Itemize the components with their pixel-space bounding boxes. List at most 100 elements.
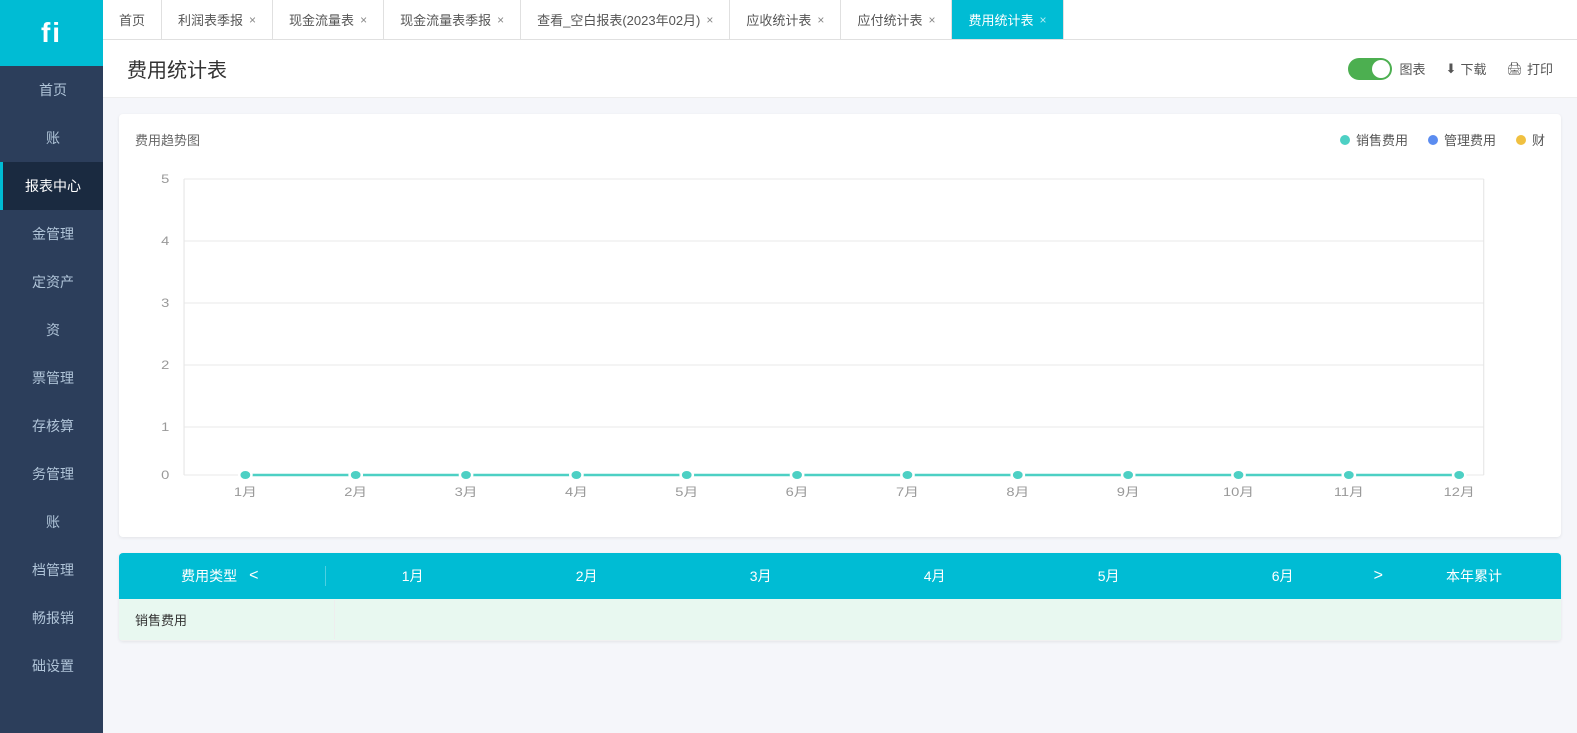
legend-dot-sales [1340, 135, 1350, 145]
download-label: 下载 [1460, 59, 1486, 78]
chart-toggle-label: 图表 [1400, 59, 1426, 78]
sidebar-item-service[interactable]: 务管理 [0, 450, 103, 498]
download-icon: ⬇ [1446, 61, 1457, 77]
td-m4-sales [860, 610, 1035, 630]
sidebar-item-home[interactable]: 首页 [0, 66, 103, 114]
tab-payable-close[interactable]: × [928, 13, 935, 27]
download-button[interactable]: ⬇ 下载 [1446, 59, 1487, 78]
data-table: 费用类型 < 1月 2月 3月 4月 5月 6月 > 本年累计 销售费用 [119, 553, 1561, 641]
tab-receivable-label: 应收统计表 [746, 10, 811, 29]
legend-item-finance: 财 [1516, 130, 1545, 149]
legend-dot-admin [1428, 135, 1438, 145]
svg-text:6月: 6月 [786, 485, 809, 498]
th-month4: 4月 [848, 566, 1022, 586]
legend-label-sales: 销售费用 [1356, 130, 1408, 149]
svg-text:2月: 2月 [344, 485, 367, 498]
th-month1: 1月 [326, 566, 500, 586]
th-month2: 2月 [500, 566, 674, 586]
th-type: 费用类型 < [119, 566, 326, 586]
svg-text:1月: 1月 [234, 485, 257, 498]
tab-profit[interactable]: 利润表季报 × [162, 0, 273, 40]
sidebar-item-capital[interactable]: 资 [0, 306, 103, 354]
svg-text:10月: 10月 [1223, 485, 1254, 498]
sidebar-item-archive[interactable]: 档管理 [0, 546, 103, 594]
tab-payable[interactable]: 应付统计表 × [841, 0, 952, 40]
chart-toggle[interactable] [1348, 58, 1392, 80]
td-m6-sales [1211, 610, 1386, 630]
chart-header: 费用趋势图 销售费用 管理费用 财 [135, 130, 1545, 149]
tab-expense-stats-close[interactable]: × [1039, 13, 1046, 27]
svg-text:4月: 4月 [565, 485, 588, 498]
td-cumulative-sales [1386, 610, 1561, 630]
svg-text:8月: 8月 [1006, 485, 1029, 498]
sidebar-logo: fi [0, 0, 103, 66]
print-button[interactable]: 🖨 打印 [1506, 59, 1553, 78]
sidebar-item-reports[interactable]: 报表中心 [0, 162, 103, 210]
svg-text:1: 1 [161, 420, 169, 433]
sidebar-item-inventory[interactable]: 存核算 [0, 402, 103, 450]
tab-receivable-close[interactable]: × [817, 13, 824, 27]
tab-expense-stats[interactable]: 费用统计表 × [952, 0, 1063, 40]
next-period-button[interactable]: > [1370, 567, 1387, 585]
tab-cashflow-label: 现金流量表 [289, 10, 354, 29]
chart-canvas: 5 4 3 2 1 0 [135, 161, 1545, 521]
tab-blank-report-close[interactable]: × [706, 13, 713, 27]
svg-text:12月: 12月 [1444, 485, 1475, 498]
sidebar-item-assets[interactable]: 定资产 [0, 258, 103, 306]
table-row: 销售费用 [119, 599, 1561, 641]
tab-receivable[interactable]: 应收统计表 × [730, 0, 841, 40]
legend-item-admin: 管理费用 [1428, 130, 1496, 149]
sidebar: fi 首页 账 报表中心 金管理 定资产 资 票管理 存核算 务管理 账 档管理… [0, 0, 103, 733]
main-area: 首页 利润表季报 × 现金流量表 × 现金流量表季报 × 查看_空白报表(202… [103, 0, 1577, 733]
table-body: 销售费用 [119, 599, 1561, 641]
legend-label-admin: 管理费用 [1444, 130, 1496, 149]
tab-home[interactable]: 首页 [103, 0, 162, 40]
svg-text:7月: 7月 [896, 485, 919, 498]
svg-text:3月: 3月 [455, 485, 478, 498]
sidebar-item-expense[interactable]: 畅报销 [0, 594, 103, 642]
tab-cashflow-quarter[interactable]: 现金流量表季报 × [384, 0, 521, 40]
sidebar-item-fund[interactable]: 金管理 [0, 210, 103, 258]
td-m2-sales [510, 610, 685, 630]
content-area: 费用统计表 图表 ⬇ 下载 🖨 打印 费用趋势图 [103, 40, 1577, 733]
svg-text:0: 0 [161, 468, 169, 481]
svg-text:9月: 9月 [1117, 485, 1140, 498]
th-type-label: 费用类型 [181, 566, 237, 586]
tab-cashflow[interactable]: 现金流量表 × [273, 0, 384, 40]
svg-text:5月: 5月 [675, 485, 698, 498]
th-month5: 5月 [1022, 566, 1196, 586]
th-cumulative: 本年累计 [1387, 566, 1561, 586]
svg-text:4: 4 [161, 234, 170, 247]
table-header: 费用类型 < 1月 2月 3月 4月 5月 6月 > 本年累计 [119, 553, 1561, 599]
sidebar-item-settings[interactable]: 础设置 [0, 642, 103, 690]
td-m3-sales [685, 610, 860, 630]
tab-cashflow-close[interactable]: × [360, 13, 367, 27]
sidebar-item-invoice[interactable]: 票管理 [0, 354, 103, 402]
chart-toggle-wrapper: 图表 [1348, 58, 1426, 80]
tab-cashflow-quarter-close[interactable]: × [497, 13, 504, 27]
chart-svg: 5 4 3 2 1 0 [135, 161, 1545, 501]
chart-section: 费用趋势图 销售费用 管理费用 财 [119, 114, 1561, 537]
print-icon: 🖨 [1506, 61, 1523, 77]
tab-blank-report[interactable]: 查看_空白报表(2023年02月) × [521, 0, 730, 40]
th-month3: 3月 [674, 566, 848, 586]
svg-text:2: 2 [161, 358, 169, 371]
svg-text:11月: 11月 [1334, 485, 1364, 498]
th-month6: 6月 [1196, 566, 1370, 586]
page-header: 费用统计表 图表 ⬇ 下载 🖨 打印 [103, 40, 1577, 98]
svg-text:3: 3 [161, 296, 169, 309]
print-label: 打印 [1527, 59, 1553, 78]
tab-blank-report-label: 查看_空白报表(2023年02月) [537, 10, 700, 29]
td-type-sales: 销售费用 [119, 600, 335, 639]
legend-item-sales: 销售费用 [1340, 130, 1408, 149]
legend-label-finance: 财 [1532, 130, 1545, 149]
sidebar-item-ledger[interactable]: 账 [0, 114, 103, 162]
tab-profit-label: 利润表季报 [178, 10, 243, 29]
chart-title: 费用趋势图 [135, 130, 200, 149]
header-actions: 图表 ⬇ 下载 🖨 打印 [1348, 58, 1553, 80]
prev-period-button[interactable]: < [245, 567, 262, 585]
tab-profit-close[interactable]: × [249, 13, 256, 27]
tab-cashflow-quarter-label: 现金流量表季报 [400, 10, 491, 29]
sidebar-item-account[interactable]: 账 [0, 498, 103, 546]
td-m1-sales [335, 610, 510, 630]
